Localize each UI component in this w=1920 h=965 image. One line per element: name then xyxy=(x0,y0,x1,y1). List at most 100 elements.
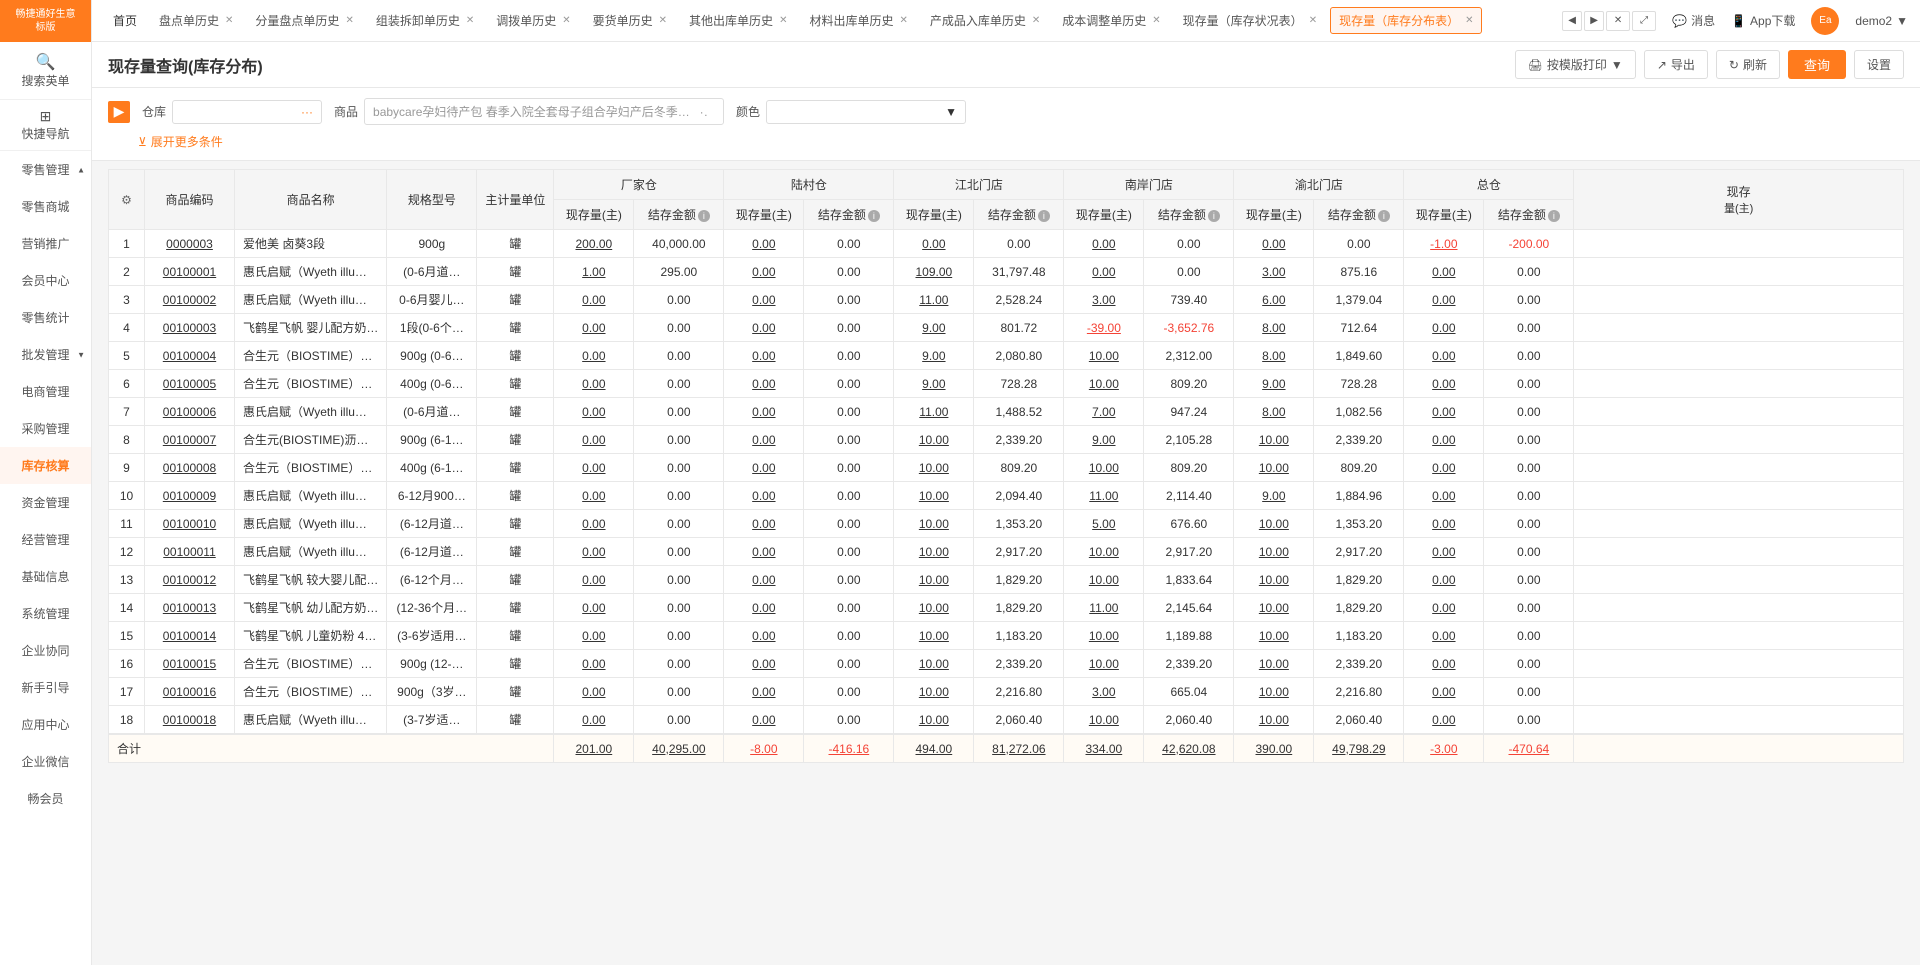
sidebar-item-inventory[interactable]: 库存核算 xyxy=(0,447,91,484)
cell-na-qty[interactable]: -39.00 xyxy=(1064,314,1144,342)
cell-fj-qty[interactable]: 0.00 xyxy=(554,650,634,678)
cell-fj-qty[interactable]: 0.00 xyxy=(554,286,634,314)
cell-jb-qty[interactable]: 10.00 xyxy=(894,454,974,482)
cell-yb-qty[interactable]: 8.00 xyxy=(1234,314,1314,342)
cell-total-qty[interactable]: 0.00 xyxy=(1404,538,1484,566)
tab-other-out[interactable]: 其他出库单历史 ✕ xyxy=(680,7,796,34)
cell-total-qty[interactable]: 0.00 xyxy=(1404,314,1484,342)
cell-na-qty[interactable]: 5.00 xyxy=(1064,510,1144,538)
sidebar-item-retail-stats[interactable]: 零售统计 xyxy=(0,299,91,336)
cell-code[interactable]: 00100014 xyxy=(145,622,235,650)
cell-yb-qty[interactable]: 10.00 xyxy=(1234,510,1314,538)
cell-jb-qty[interactable]: 9.00 xyxy=(894,370,974,398)
tab-material-out[interactable]: 材料出库单历史 ✕ xyxy=(800,7,916,34)
tab-purchase-req[interactable]: 要货单历史 ✕ xyxy=(584,7,676,34)
cell-yb-qty[interactable]: 0.00 xyxy=(1234,230,1314,258)
settings-button[interactable]: 设置 xyxy=(1854,50,1904,79)
sidebar-item-wholesale[interactable]: 批发管理 xyxy=(0,336,91,373)
na-amt-info-icon[interactable]: i xyxy=(1208,210,1220,222)
fj-amt-info-icon[interactable]: i xyxy=(698,210,710,222)
cell-code[interactable]: 00100005 xyxy=(145,370,235,398)
total-amt-info-icon[interactable]: i xyxy=(1548,210,1560,222)
cell-na-qty[interactable]: 3.00 xyxy=(1064,678,1144,706)
sidebar-item-quick-nav[interactable]: ⊞ 快捷导航 xyxy=(0,100,91,151)
cell-na-qty[interactable]: 10.00 xyxy=(1064,566,1144,594)
cell-yb-qty[interactable]: 10.00 xyxy=(1234,678,1314,706)
cell-na-qty[interactable]: 7.00 xyxy=(1064,398,1144,426)
cell-code[interactable]: 00100013 xyxy=(145,594,235,622)
tab-cost-adjust[interactable]: 成本调整单历史 ✕ xyxy=(1053,7,1169,34)
cell-fj-qty[interactable]: 0.00 xyxy=(554,566,634,594)
tab-home[interactable]: 首页 xyxy=(104,7,146,34)
cell-total-qty[interactable]: 0.00 xyxy=(1404,286,1484,314)
cell-total-qty[interactable]: -1.00 xyxy=(1404,230,1484,258)
cell-jb-qty[interactable]: 10.00 xyxy=(894,678,974,706)
close-tab-assembly[interactable]: ✕ xyxy=(466,15,474,26)
cell-fj-qty[interactable]: 0.00 xyxy=(554,538,634,566)
sidebar-item-member[interactable]: 会员中心 xyxy=(0,262,91,299)
sidebar-item-purchase[interactable]: 采购管理 xyxy=(0,410,91,447)
sidebar-logo[interactable]: 畅捷通好生意 标版 xyxy=(0,0,91,42)
cell-lc-qty[interactable]: 0.00 xyxy=(724,678,804,706)
cell-code[interactable]: 00100002 xyxy=(145,286,235,314)
cell-na-qty[interactable]: 3.00 xyxy=(1064,286,1144,314)
cell-jb-qty[interactable]: 11.00 xyxy=(894,286,974,314)
cell-total-qty[interactable]: 0.00 xyxy=(1404,258,1484,286)
cell-total-qty[interactable]: 0.00 xyxy=(1404,398,1484,426)
sidebar-item-operations[interactable]: 经营管理 xyxy=(0,521,91,558)
cell-yb-qty[interactable]: 9.00 xyxy=(1234,482,1314,510)
cell-yb-qty[interactable]: 10.00 xyxy=(1234,650,1314,678)
sidebar-item-app-center[interactable]: 应用中心 xyxy=(0,706,91,743)
cell-jb-qty[interactable]: 9.00 xyxy=(894,342,974,370)
cell-na-qty[interactable]: 10.00 xyxy=(1064,622,1144,650)
cell-lc-qty[interactable]: 0.00 xyxy=(724,482,804,510)
cell-lc-qty[interactable]: 0.00 xyxy=(724,370,804,398)
cell-jb-qty[interactable]: 11.00 xyxy=(894,398,974,426)
cell-total-qty[interactable]: 0.00 xyxy=(1404,706,1484,735)
cell-code[interactable]: 00100010 xyxy=(145,510,235,538)
cell-total-qty[interactable]: 0.00 xyxy=(1404,370,1484,398)
cell-total-qty[interactable]: 0.00 xyxy=(1404,482,1484,510)
cell-total-qty[interactable]: 0.00 xyxy=(1404,510,1484,538)
cell-fj-qty[interactable]: 0.00 xyxy=(554,426,634,454)
cell-code[interactable]: 00100015 xyxy=(145,650,235,678)
cell-fj-qty[interactable]: 1.00 xyxy=(554,258,634,286)
cell-total-qty[interactable]: 0.00 xyxy=(1404,566,1484,594)
cell-jb-qty[interactable]: 10.00 xyxy=(894,426,974,454)
cell-fj-qty[interactable]: 0.00 xyxy=(554,594,634,622)
cell-jb-qty[interactable]: 10.00 xyxy=(894,510,974,538)
cell-fj-qty[interactable]: 0.00 xyxy=(554,454,634,482)
sidebar-item-member-app[interactable]: 畅会员 xyxy=(0,780,91,817)
goods-input[interactable]: babycare孕妇待产包 春季入院全套母子组合孕妇产后冬季月子用品 22件套 … xyxy=(364,98,724,125)
cell-code[interactable]: 00100008 xyxy=(145,454,235,482)
close-tab-purchase-req[interactable]: ✕ xyxy=(659,15,667,26)
cell-code[interactable]: 00100001 xyxy=(145,258,235,286)
cell-total-qty[interactable]: 0.00 xyxy=(1404,650,1484,678)
cell-na-qty[interactable]: 10.00 xyxy=(1064,370,1144,398)
cell-lc-qty[interactable]: 0.00 xyxy=(724,510,804,538)
cell-code[interactable]: 00100003 xyxy=(145,314,235,342)
cell-jb-qty[interactable]: 10.00 xyxy=(894,622,974,650)
cell-code[interactable]: 00100007 xyxy=(145,426,235,454)
cell-na-qty[interactable]: 10.00 xyxy=(1064,650,1144,678)
cell-yb-qty[interactable]: 8.00 xyxy=(1234,398,1314,426)
close-tab-stock-status[interactable]: ✕ xyxy=(1309,15,1317,26)
sidebar-item-retail[interactable]: 零售管理 xyxy=(0,151,91,188)
cell-na-qty[interactable]: 11.00 xyxy=(1064,594,1144,622)
cell-yb-qty[interactable]: 10.00 xyxy=(1234,594,1314,622)
cell-total-qty[interactable]: 0.00 xyxy=(1404,426,1484,454)
cell-code[interactable]: 00100018 xyxy=(145,706,235,735)
cell-jb-qty[interactable]: 9.00 xyxy=(894,314,974,342)
cell-lc-qty[interactable]: 0.00 xyxy=(724,622,804,650)
cell-jb-qty[interactable]: 0.00 xyxy=(894,230,974,258)
cell-total-qty[interactable]: 0.00 xyxy=(1404,678,1484,706)
cell-fj-qty[interactable]: 0.00 xyxy=(554,370,634,398)
cell-jb-qty[interactable]: 10.00 xyxy=(894,594,974,622)
expand-more-button[interactable]: ⊻ 展开更多条件 xyxy=(138,133,223,150)
cell-code[interactable]: 00100009 xyxy=(145,482,235,510)
cell-fj-qty[interactable]: 0.00 xyxy=(554,398,634,426)
sidebar-item-system[interactable]: 系统管理 xyxy=(0,595,91,632)
jb-amt-info-icon[interactable]: i xyxy=(1038,210,1050,222)
cell-na-qty[interactable]: 0.00 xyxy=(1064,258,1144,286)
export-button[interactable]: ↗ 导出 xyxy=(1644,50,1708,79)
